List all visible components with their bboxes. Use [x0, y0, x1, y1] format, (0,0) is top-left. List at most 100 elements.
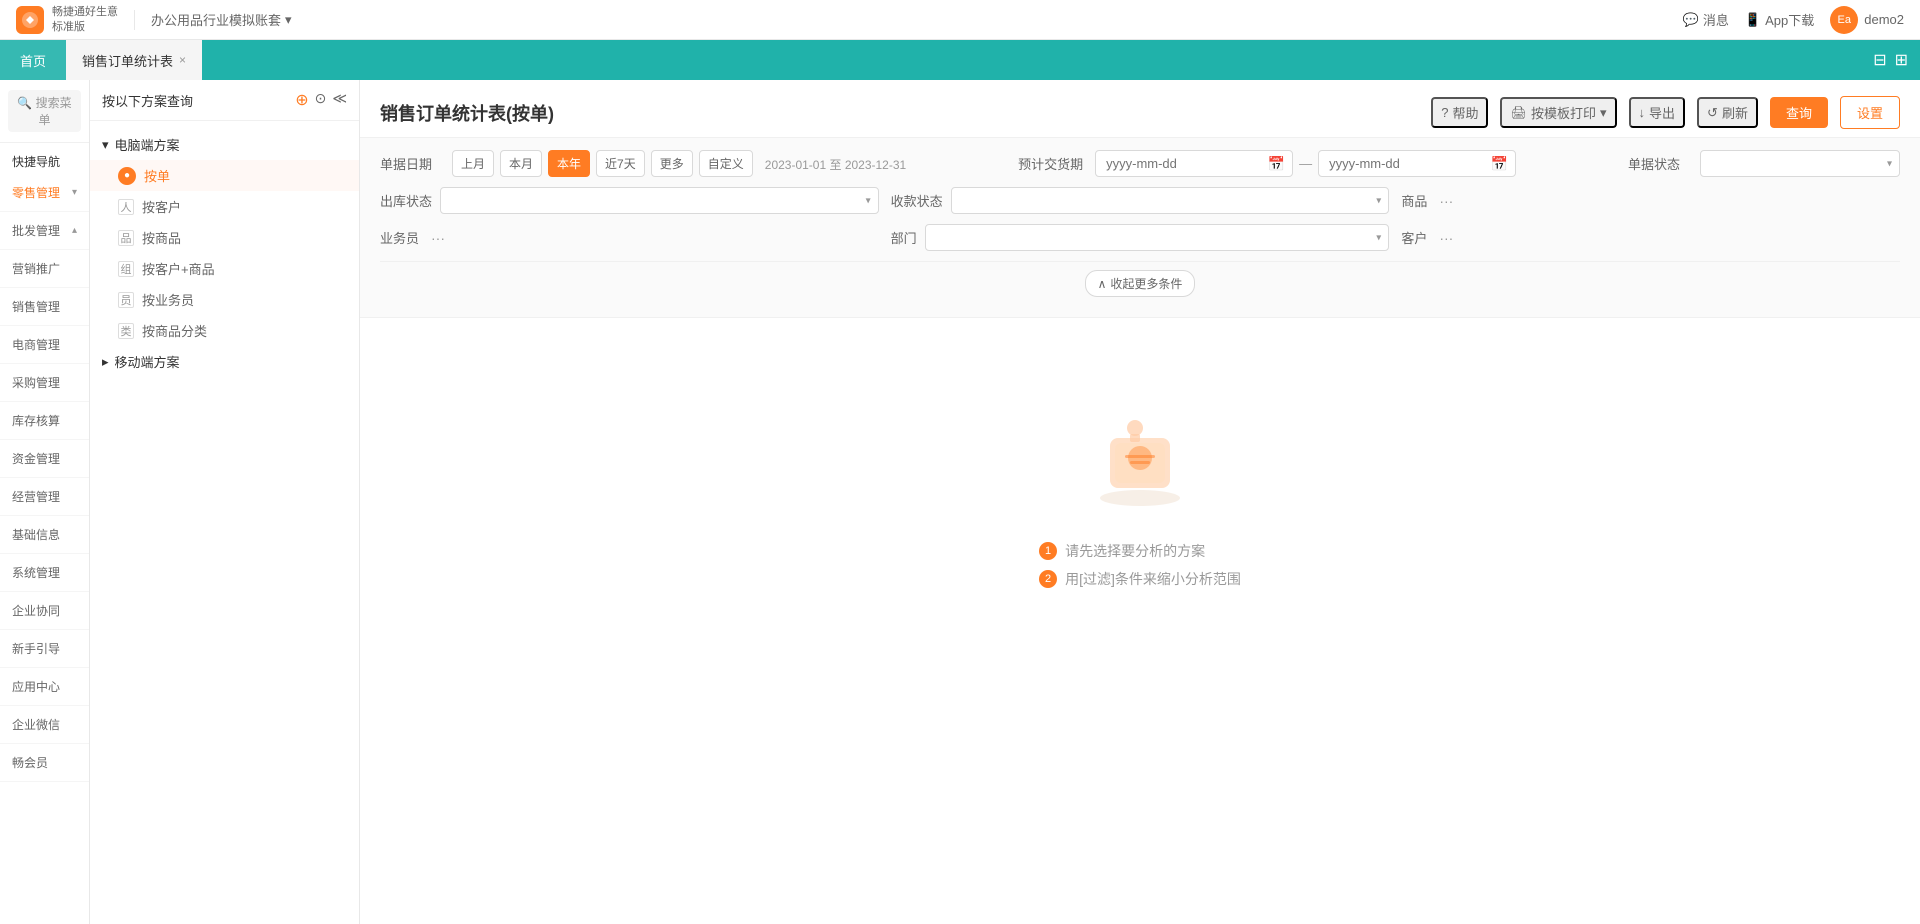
scheme-panel: 按以下方案查询 ⊕ ⊙ ≪ ▾ 电脑端方案 ● 按单: [90, 80, 360, 924]
scheme-item-by-customer[interactable]: 人 按客户: [90, 191, 359, 222]
industry-selector[interactable]: 办公用品行业模拟账套 ▾: [151, 10, 292, 29]
last-month-btn[interactable]: 上月: [452, 150, 494, 177]
maximize-icon[interactable]: ⊞: [1895, 50, 1908, 70]
goods-more-icon[interactable]: ···: [1435, 193, 1457, 209]
department-control: ▾: [925, 224, 1390, 251]
chevron-down-icon: ▾: [285, 12, 292, 28]
sidebar-item-member[interactable]: 畅会员: [0, 744, 89, 782]
sidebar-item-purchase[interactable]: 采购管理: [0, 364, 89, 402]
sidebar-item-retail[interactable]: 零售管理 ▾: [0, 174, 89, 212]
logo-icon: [16, 6, 44, 34]
tab-close-icon[interactable]: ×: [179, 53, 186, 67]
status-select[interactable]: [1700, 150, 1900, 177]
sidebar-item-basic[interactable]: 基础信息: [0, 516, 89, 554]
scheme-item-by-category[interactable]: 类 按商品分类: [90, 315, 359, 346]
sidebar-item-sales[interactable]: 销售管理: [0, 288, 89, 326]
template-print-btn[interactable]: 🖨 按模板打印 ▾: [1500, 97, 1616, 128]
department-select[interactable]: [925, 224, 1390, 251]
sidebar-item-appcenter[interactable]: 应用中心: [0, 668, 89, 706]
salesperson-control: ···: [427, 230, 879, 246]
expected-date-to[interactable]: [1318, 150, 1516, 177]
custom-date-btn[interactable]: 自定义: [699, 150, 753, 177]
scheme-sales-icon: 员: [118, 292, 134, 308]
empty-state: 1 请先选择要分析的方案 2 用[过滤]条件来缩小分析范围: [360, 318, 1920, 677]
empty-tip-2: 2 用[过滤]条件来缩小分析范围: [1039, 569, 1241, 589]
sidebar-item-marketing[interactable]: 营销推广: [0, 250, 89, 288]
more-date-btn[interactable]: 更多: [651, 150, 693, 177]
sidebar-quick-nav-label: 快捷导航: [0, 143, 89, 174]
department-label: 部门: [891, 228, 917, 247]
filter-row-1: 单据日期 上月 本月 本年 近7天 更多 自定义 2023-01-01 至 20…: [380, 150, 1900, 177]
scheme-cat-icon: 类: [118, 323, 134, 339]
filter-row-2: 出库状态 ▾ 收款状态 ▾: [380, 187, 1900, 214]
scheme-circle-icon: ●: [118, 167, 136, 185]
search-menu-btn[interactable]: 🔍 搜索菜单: [8, 90, 81, 132]
payment-status-item: 收款状态 ▾: [891, 187, 1390, 214]
delivery-status-select[interactable]: [440, 187, 879, 214]
pc-scheme-group-header[interactable]: ▾ 电脑端方案: [90, 129, 359, 160]
tab-home[interactable]: 首页: [0, 40, 66, 80]
tab-sales-order[interactable]: 销售订单统计表 ×: [66, 40, 202, 80]
chevron-up-icon: ▴: [72, 225, 77, 236]
customer-control: ···: [1435, 230, 1900, 246]
mobile-scheme-group-header[interactable]: ▸ 移动端方案: [90, 346, 359, 377]
main-content: 销售订单统计表(按单) ? 帮助 🖨 按模板打印 ▾ ↓ 导出: [360, 80, 1920, 924]
delivery-status-control: ▾: [440, 187, 879, 214]
sidebar-item-inventory[interactable]: 库存核算: [0, 402, 89, 440]
scheme-item-by-order[interactable]: ● 按单: [90, 160, 359, 191]
sidebar-item-newuser[interactable]: 新手引导: [0, 630, 89, 668]
sidebar-item-ecommerce[interactable]: 电商管理: [0, 326, 89, 364]
collapse-btn[interactable]: ∧ 收起更多条件: [1085, 270, 1196, 297]
scheme-tree: ▾ 电脑端方案 ● 按单 人 按客户 品 按商品: [90, 121, 359, 385]
this-year-btn[interactable]: 本年: [548, 150, 590, 177]
customer-more-icon[interactable]: ···: [1435, 230, 1457, 246]
date-range-text: 2023-01-01 至 2023-12-31: [765, 156, 906, 173]
query-btn[interactable]: 查询: [1770, 97, 1828, 128]
sidebar-item-enterprise[interactable]: 企业协同: [0, 592, 89, 630]
delivery-select-wrapper: ▾: [440, 187, 879, 214]
salesperson-more-icon[interactable]: ···: [427, 230, 449, 246]
page-actions: ? 帮助 🖨 按模板打印 ▾ ↓ 导出 ↺ 刷新: [1431, 96, 1900, 129]
sidebar-item-finance[interactable]: 资金管理: [0, 440, 89, 478]
sidebar-item-operations[interactable]: 经营管理: [0, 478, 89, 516]
last-7days-btn[interactable]: 近7天: [596, 150, 645, 177]
app-download-btn[interactable]: 📱 App下载: [1745, 10, 1814, 29]
top-bar-left: 畅捷通好生意 标准版 办公用品行业模拟账套 ▾: [16, 5, 292, 34]
sidebar-item-system[interactable]: 系统管理: [0, 554, 89, 592]
refresh-btn[interactable]: ↺ 刷新: [1697, 97, 1758, 128]
print-icon: 🖨: [1510, 105, 1527, 121]
salesperson-label: 业务员: [380, 228, 419, 247]
salesperson-item: 业务员 ···: [380, 224, 879, 251]
sidebar-item-wholesale[interactable]: 批发管理 ▴: [0, 212, 89, 250]
collapse-scheme-icon[interactable]: ≪: [332, 90, 347, 110]
settings-scheme-icon[interactable]: ⊙: [315, 90, 327, 110]
scheme-item-by-customer-goods[interactable]: 组 按客户+商品: [90, 253, 359, 284]
calendar-from-icon: 📅: [1268, 155, 1285, 172]
delivery-status-label: 出库状态: [380, 191, 432, 210]
export-btn[interactable]: ↓ 导出: [1629, 97, 1686, 128]
logo-text: 畅捷通好生意 标准版: [52, 5, 118, 34]
export-icon: ↓: [1639, 105, 1646, 120]
date-filter-label: 单据日期: [380, 154, 440, 173]
top-bar-right: 💬 消息 📱 App下载 Ea demo2: [1683, 6, 1904, 34]
delivery-status-item: 出库状态 ▾: [380, 187, 879, 214]
date-filter-group: 上月 本月 本年 近7天 更多 自定义: [452, 150, 753, 177]
payment-status-label: 收款状态: [891, 191, 943, 210]
payment-status-select[interactable]: [951, 187, 1390, 214]
user-avatar-area[interactable]: Ea demo2: [1830, 6, 1904, 34]
help-btn[interactable]: ? 帮助: [1431, 97, 1488, 128]
scheme-item-by-goods[interactable]: 品 按商品: [90, 222, 359, 253]
minimize-icon[interactable]: ⊟: [1873, 50, 1886, 70]
message-btn[interactable]: 💬 消息: [1683, 10, 1729, 29]
expand-mobile-icon: ▸: [102, 354, 109, 370]
sidebar-item-wxwork[interactable]: 企业微信: [0, 706, 89, 744]
expected-date-from[interactable]: [1095, 150, 1293, 177]
this-month-btn[interactable]: 本月: [500, 150, 542, 177]
customer-label: 客户: [1401, 228, 1427, 247]
settings-btn[interactable]: 设置: [1840, 96, 1900, 129]
scheme-item-by-salesperson[interactable]: 员 按业务员: [90, 284, 359, 315]
scheme-cg-icon: 组: [118, 261, 134, 277]
refresh-icon: ↺: [1707, 105, 1718, 121]
print-arrow-icon: ▾: [1600, 105, 1607, 121]
add-scheme-icon[interactable]: ⊕: [295, 90, 308, 110]
